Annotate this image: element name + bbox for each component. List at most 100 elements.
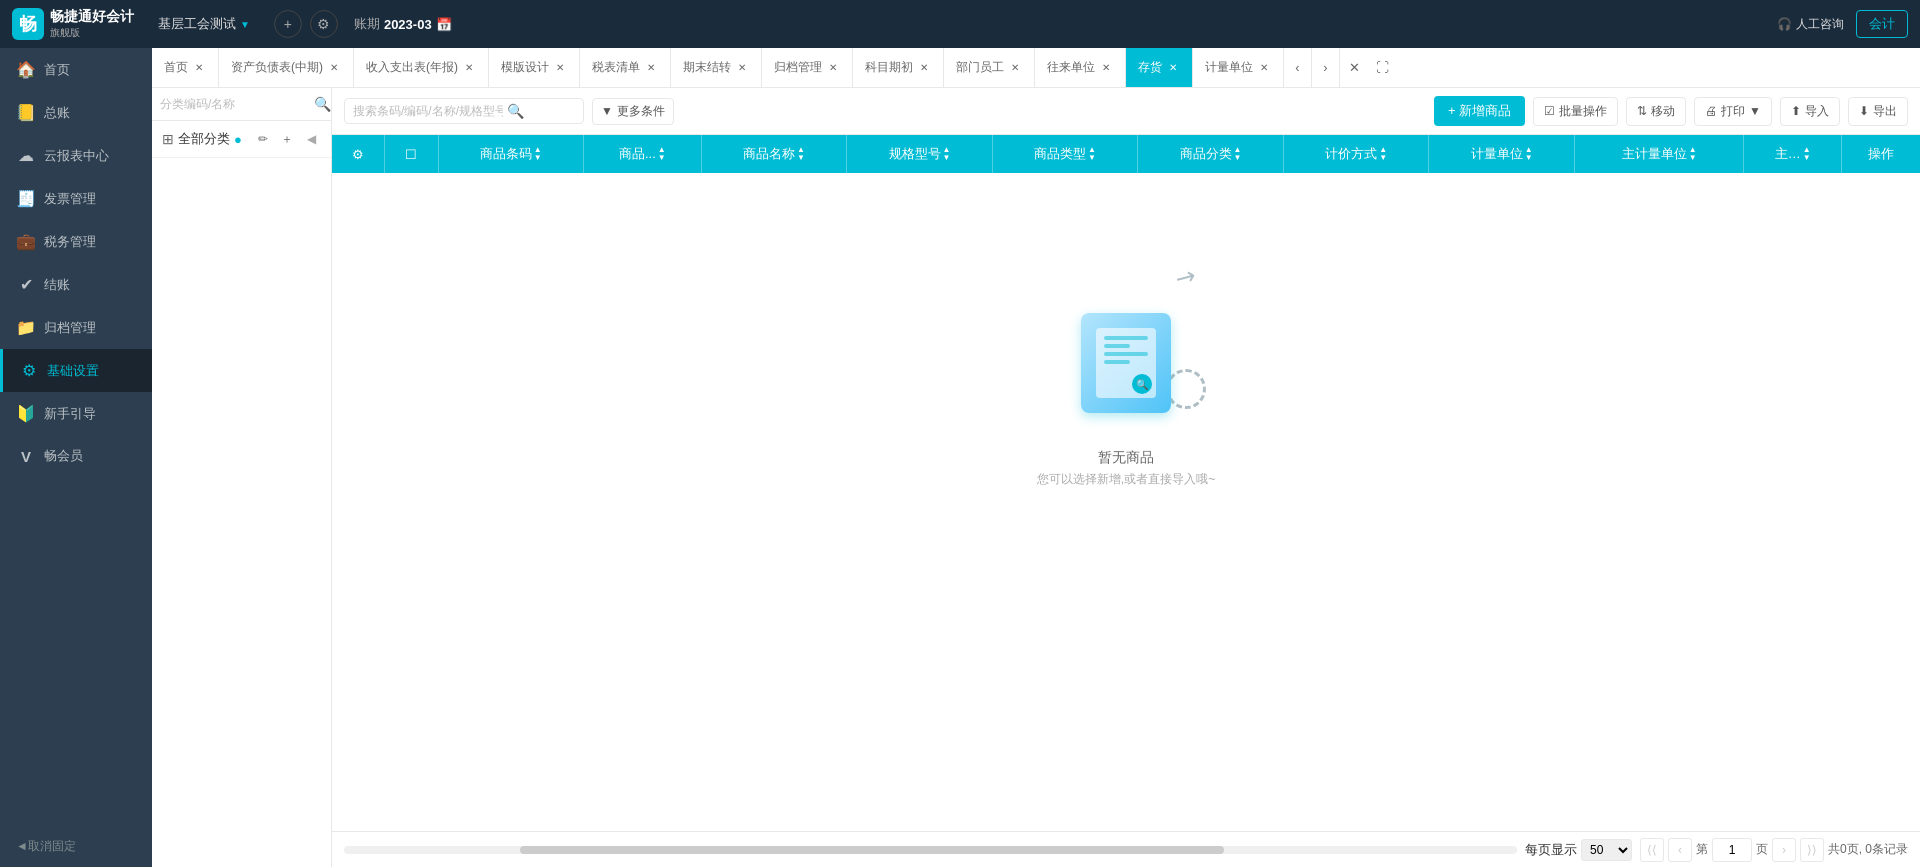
per-page-selector: 每页显示 50 10 20 100 <box>1525 839 1632 861</box>
sidebar-label-member: 畅会员 <box>44 447 83 465</box>
horizontal-scrollbar[interactable] <box>344 846 1517 854</box>
sidebar-item-member[interactable]: V 畅会员 <box>0 435 152 477</box>
sidebar-item-cloud-report[interactable]: ☁ 云报表中心 <box>0 134 152 177</box>
sort-type-icon: ▲▼ <box>1088 146 1096 162</box>
import-label: 导入 <box>1805 103 1829 120</box>
all-categories[interactable]: ⊞ 全部分类 ● ✏ ＋ ◀ <box>152 121 331 158</box>
col-unit[interactable]: 计量单位 ▲▼ <box>1429 135 1575 173</box>
tab-expand-button[interactable]: ⛶ <box>1368 48 1396 88</box>
col-name[interactable]: 商品名称 ▲▼ <box>701 135 847 173</box>
tab-balance-sheet-close[interactable]: ✕ <box>327 61 341 75</box>
tab-prev-button[interactable]: ‹ <box>1284 48 1312 88</box>
per-page-dropdown[interactable]: 50 10 20 100 <box>1581 839 1632 861</box>
sidebar-item-home[interactable]: 🏠 首页 <box>0 48 152 91</box>
col-spec[interactable]: 规格型号 ▲▼ <box>847 135 993 173</box>
main-search-input[interactable] <box>353 104 503 118</box>
tab-dept-employee[interactable]: 部门员工 ✕ <box>944 48 1035 87</box>
sidebar-label-close-account: 结账 <box>44 276 70 294</box>
category-search-icon[interactable]: 🔍 <box>314 96 331 112</box>
tab-tax-list-close[interactable]: ✕ <box>644 61 658 75</box>
workspace-selector[interactable]: 基层工会测试 ▼ <box>150 11 258 37</box>
sidebar-item-tax[interactable]: 💼 税务管理 <box>0 220 152 263</box>
archive-icon: 📁 <box>16 318 36 337</box>
more-filter-button[interactable]: ▼ 更多条件 <box>592 98 674 125</box>
print-button[interactable]: 🖨 打印 ▼ <box>1694 97 1772 126</box>
col-extra[interactable]: 主… ▲▼ <box>1744 135 1842 173</box>
settings-icon-btn[interactable]: ⚙ <box>310 10 338 38</box>
tab-archive[interactable]: 归档管理 ✕ <box>762 48 853 87</box>
tab-unit[interactable]: 计量单位 ✕ <box>1193 48 1284 87</box>
tab-next-button[interactable]: › <box>1312 48 1340 88</box>
tab-inventory-label: 存货 <box>1138 59 1162 76</box>
tab-balance-sheet[interactable]: 资产负债表(中期) ✕ <box>219 48 354 87</box>
sidebar-item-basic-settings[interactable]: ⚙ 基础设置 <box>0 349 152 392</box>
tab-vendor-close[interactable]: ✕ <box>1099 61 1113 75</box>
total-records-label: 共0页, 0条记录 <box>1828 841 1908 858</box>
export-button[interactable]: ⬇ 导出 <box>1848 97 1908 126</box>
period-calendar-icon[interactable]: 📅 <box>436 17 452 32</box>
category-search-input[interactable] <box>160 97 310 111</box>
import-button[interactable]: ⬆ 导入 <box>1780 97 1840 126</box>
move-label: 移动 <box>1651 103 1675 120</box>
add-category-button[interactable]: ＋ <box>277 129 297 149</box>
tab-income-report-close[interactable]: ✕ <box>462 61 476 75</box>
col-checkbox[interactable]: ☐ <box>385 135 438 173</box>
guide-icon: 🔰 <box>16 404 36 423</box>
tab-archive-close[interactable]: ✕ <box>826 61 840 75</box>
account-button[interactable]: 会计 <box>1856 10 1908 38</box>
tab-period-transfer-close[interactable]: ✕ <box>735 61 749 75</box>
move-button[interactable]: ⇅ 移动 <box>1626 97 1686 126</box>
tab-subject-init[interactable]: 科目期初 ✕ <box>853 48 944 87</box>
col-category[interactable]: 商品分类 ▲▼ <box>1138 135 1284 173</box>
tab-vendor[interactable]: 往来单位 ✕ <box>1035 48 1126 87</box>
sidebar-item-guide[interactable]: 🔰 新手引导 <box>0 392 152 435</box>
sidebar-item-close-account[interactable]: ✔ 结账 <box>0 263 152 306</box>
consultant-button[interactable]: 🎧 人工咨询 <box>1777 16 1844 33</box>
next-page-button[interactable]: › <box>1772 838 1796 862</box>
last-page-button[interactable]: ⟩⟩ <box>1800 838 1824 862</box>
sidebar-item-invoice[interactable]: 🧾 发票管理 <box>0 177 152 220</box>
batch-ops-label: 批量操作 <box>1559 103 1607 120</box>
tab-subject-init-close[interactable]: ✕ <box>917 61 931 75</box>
sort-unit-icon: ▲▼ <box>1525 146 1533 162</box>
tab-period-transfer[interactable]: 期末结转 ✕ <box>671 48 762 87</box>
main-search-box: 🔍 <box>344 98 584 124</box>
col-pricing[interactable]: 计价方式 ▲▼ <box>1283 135 1429 173</box>
tab-home[interactable]: 首页 ✕ <box>152 48 219 87</box>
col-barcode[interactable]: 商品条码 ▲▼ <box>438 135 584 173</box>
empty-illustration: ↗ <box>1026 253 1226 433</box>
tab-template-design-close[interactable]: ✕ <box>553 61 567 75</box>
tab-tax-list[interactable]: 税表清单 ✕ <box>580 48 671 87</box>
tab-home-close[interactable]: ✕ <box>192 61 206 75</box>
tab-close-all-button[interactable]: ✕ <box>1340 48 1368 88</box>
collapse-panel-button[interactable]: ◀ <box>301 129 321 149</box>
first-page-button[interactable]: ⟨⟨ <box>1640 838 1664 862</box>
add-button[interactable]: + <box>274 10 302 38</box>
tab-template-design[interactable]: 模版设计 ✕ <box>489 48 580 87</box>
add-product-label: + 新增商品 <box>1448 102 1511 120</box>
tab-dept-employee-close[interactable]: ✕ <box>1008 61 1022 75</box>
sidebar-item-archive[interactable]: 📁 归档管理 <box>0 306 152 349</box>
col-main-unit[interactable]: 主计量单位 ▲▼ <box>1574 135 1744 173</box>
batch-ops-button[interactable]: ☑ 批量操作 <box>1533 97 1618 126</box>
prev-page-button[interactable]: ‹ <box>1668 838 1692 862</box>
col-settings[interactable]: ⚙ <box>332 135 385 173</box>
tab-inventory-close[interactable]: ✕ <box>1166 61 1180 75</box>
workspace-dropdown-icon: ▼ <box>240 19 250 30</box>
sidebar-item-ledger[interactable]: 📒 总账 <box>0 91 152 134</box>
tab-unit-close[interactable]: ✕ <box>1257 61 1271 75</box>
page-number-input[interactable] <box>1712 838 1752 862</box>
add-product-button[interactable]: + 新增商品 <box>1434 96 1525 126</box>
edit-category-button[interactable]: ✏ <box>253 129 273 149</box>
col-type[interactable]: 商品类型 ▲▼ <box>992 135 1138 173</box>
empty-desc: 您可以选择新增,或者直接导入哦~ <box>1037 471 1215 488</box>
tab-inventory[interactable]: 存货 ✕ <box>1126 48 1193 87</box>
sidebar-unpin-button[interactable]: ◄取消固定 <box>0 826 152 867</box>
tab-income-report[interactable]: 收入支出表(年报) ✕ <box>354 48 489 87</box>
data-table: ⚙ ☐ 商品条码 ▲▼ <box>332 135 1920 568</box>
sort-category-icon: ▲▼ <box>1234 146 1242 162</box>
empty-doc-line-4 <box>1104 360 1130 364</box>
main-search-icon[interactable]: 🔍 <box>507 103 524 119</box>
app-logo-icon: 畅 <box>12 8 44 40</box>
col-code[interactable]: 商品... ▲▼ <box>584 135 702 173</box>
